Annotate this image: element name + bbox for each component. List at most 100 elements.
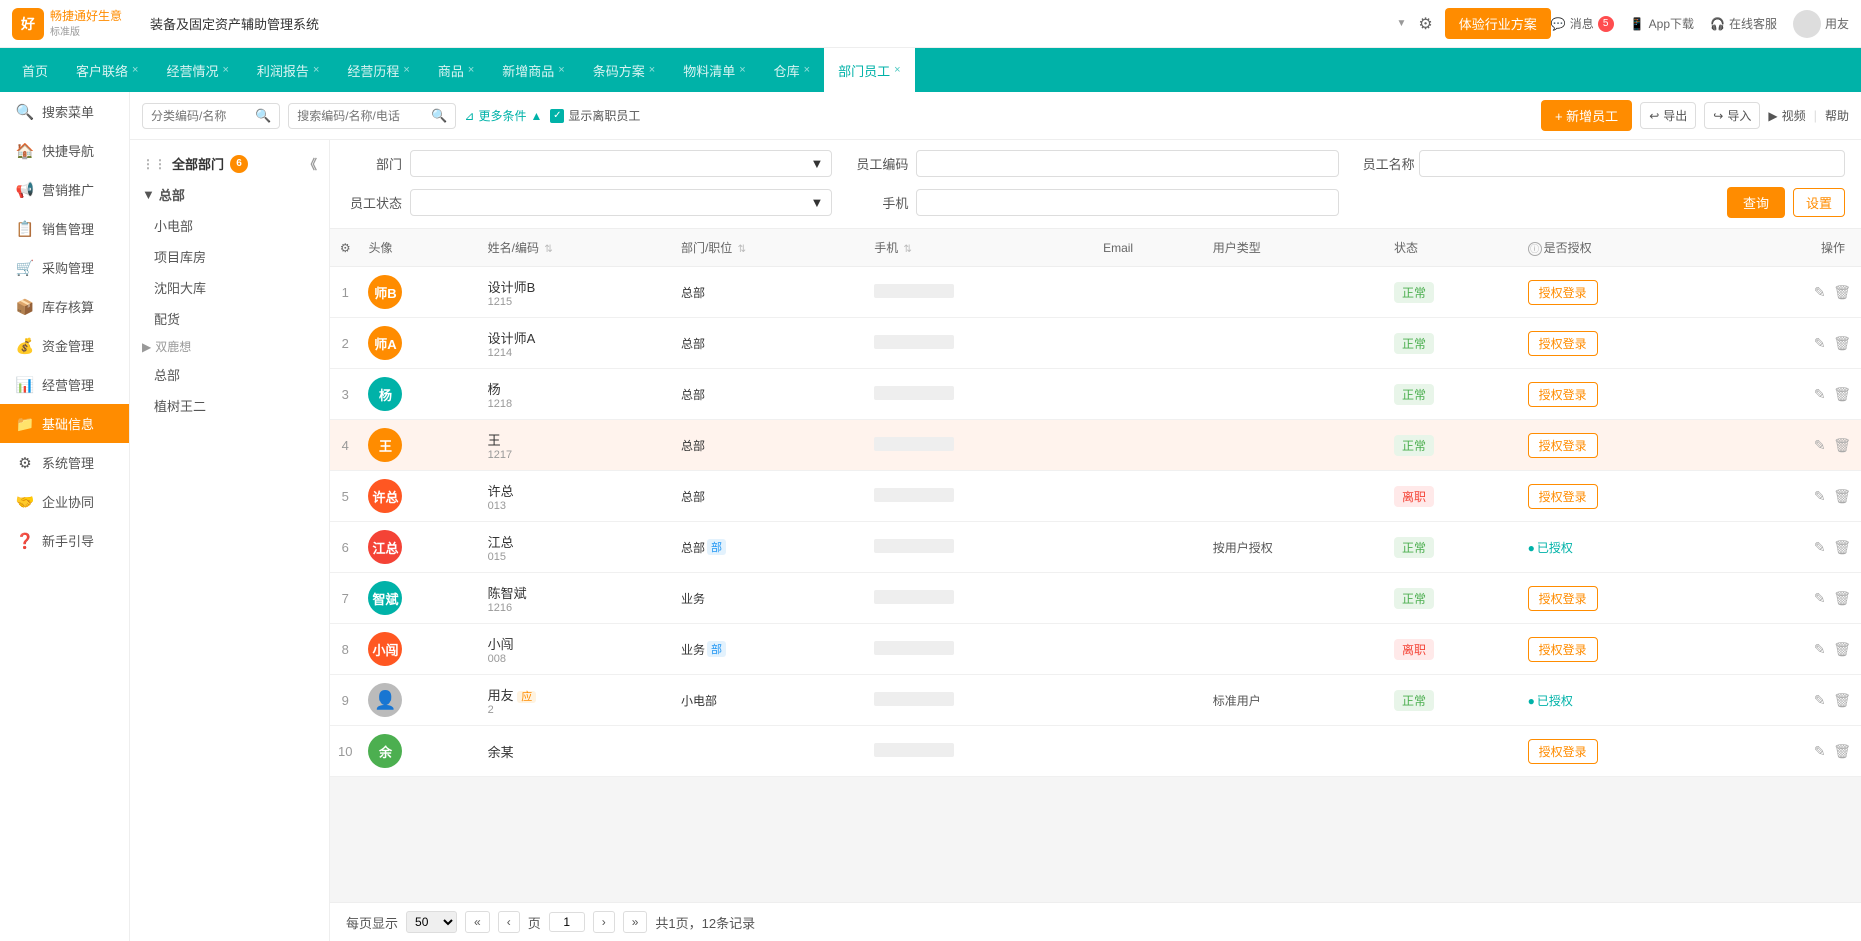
sidebar-item-marketing[interactable]: 📢 营销推广 [0,170,129,209]
page-input[interactable] [549,912,585,932]
sidebar-item-purchase[interactable]: 🛒 采购管理 [0,248,129,287]
close-icon[interactable]: × [739,64,745,76]
sidebar-item-corp[interactable]: 🤝 企业协同 [0,482,129,521]
auth-login-btn[interactable]: 授权登录 [1528,586,1598,611]
edit-icon[interactable]: ✎ [1814,743,1826,759]
edit-icon[interactable]: ✎ [1814,284,1826,300]
tab-employee[interactable]: 部门员工 × [824,48,914,92]
close-icon[interactable]: × [222,64,228,76]
auth-login-btn[interactable]: 授权登录 [1528,280,1598,305]
sidebar-item-system[interactable]: ⚙ 系统管理 [0,443,129,482]
set-button[interactable]: 设置 [1793,188,1845,217]
sidebar-item-operation[interactable]: 📊 经营管理 [0,365,129,404]
auth-login-btn[interactable]: 授权登录 [1528,739,1598,764]
delete-icon[interactable]: 🗑 [1833,284,1851,300]
show-resigned-checkbox[interactable]: ✓ 显示离职员工 [550,107,640,124]
name-filter-input[interactable] [1419,150,1845,177]
auth-login-btn[interactable]: 授权登录 [1528,433,1598,458]
edit-icon[interactable]: ✎ [1814,488,1826,504]
collapse-btn[interactable]: 《 [304,154,317,173]
dept-col-header[interactable]: 部门/职位 ⇅ [673,229,866,267]
delete-icon[interactable]: 🗑 [1833,641,1851,657]
delete-icon[interactable]: 🗑 [1833,488,1851,504]
system-dropdown-icon[interactable]: ▼ [1396,18,1406,29]
sidebar-item-finance[interactable]: 💰 资金管理 [0,326,129,365]
sidebar-item-sales[interactable]: 📋 销售管理 [0,209,129,248]
close-icon[interactable]: × [313,64,319,76]
user-btn[interactable]: 用友 [1793,10,1849,38]
dept-item-shenyang[interactable]: 沈阳大库 [130,272,329,303]
sidebar-item-shortcut[interactable]: 🏠 快捷导航 [0,131,129,170]
category-search-box[interactable]: 🔍 [142,103,280,129]
code-filter-input[interactable] [916,150,1338,177]
employee-search-input[interactable] [297,109,427,123]
tab-barcode[interactable]: 条码方案 × [579,48,669,92]
close-icon[interactable]: × [894,64,900,76]
delete-icon[interactable]: 🗑 [1833,437,1851,453]
auth-login-btn[interactable]: 授权登录 [1528,637,1598,662]
dept-item-zongbu[interactable]: 总部 [130,359,329,390]
edit-icon[interactable]: ✎ [1814,590,1826,606]
tab-goods[interactable]: 商品 × [424,48,488,92]
close-icon[interactable]: × [468,64,474,76]
tab-warehouse[interactable]: 仓库 × [760,48,824,92]
delete-icon[interactable]: 🗑 [1833,539,1851,555]
settings-icon[interactable]: ⚙ [1418,14,1432,34]
dept-group-shuanglu[interactable]: ▶ 双鹿想 [130,334,329,359]
dept-item-project[interactable]: 项目库房 [130,241,329,272]
trial-button[interactable]: 体验行业方案 [1445,8,1551,39]
last-page-btn[interactable]: » [623,911,648,933]
phone-filter-input[interactable] [916,189,1338,216]
tab-operation-status[interactable]: 经营情况 × [152,48,242,92]
sidebar-item-inventory[interactable]: 📦 库存核算 [0,287,129,326]
app-download-btn[interactable]: 📱 App下载 [1630,15,1694,32]
delete-icon[interactable]: 🗑 [1833,335,1851,351]
dept-item-distribution[interactable]: 配货 [130,303,329,334]
edit-icon[interactable]: ✎ [1814,641,1826,657]
gear-col-header[interactable]: ⚙ [330,229,360,267]
close-icon[interactable]: × [403,64,409,76]
sidebar-item-basic[interactable]: 📁 基础信息 [0,404,129,443]
delete-icon[interactable]: 🗑 [1833,386,1851,402]
dept-item-xiaodiandept[interactable]: 小电部 [130,210,329,241]
sidebar-item-guide[interactable]: ❓ 新手引导 [0,521,129,560]
auth-login-btn[interactable]: 授权登录 [1528,331,1598,356]
query-button[interactable]: 查询 [1727,187,1785,218]
per-page-select[interactable]: 50 100 [406,911,457,933]
export-button[interactable]: ↩ 导出 [1640,102,1696,129]
message-btn[interactable]: 💬 消息 5 [1551,15,1614,32]
dept-filter-select[interactable]: ▼ [410,150,832,177]
category-search-input[interactable] [151,109,251,123]
close-icon[interactable]: × [649,64,655,76]
help-btn[interactable]: 帮助 [1825,107,1849,124]
close-icon[interactable]: × [558,64,564,76]
auth-login-btn[interactable]: 授权登录 [1528,382,1598,407]
phone-col-header[interactable]: 手机 ⇅ [866,229,1095,267]
tab-add-goods[interactable]: 新增商品 × [488,48,578,92]
close-icon[interactable]: × [132,64,138,76]
sidebar-item-search[interactable]: 🔍 搜索菜单 [0,92,129,131]
dept-item-head[interactable]: ▼ 总部 [130,179,329,210]
employee-search-box[interactable]: 🔍 [288,103,456,129]
prev-page-btn[interactable]: ‹ [498,911,520,933]
delete-icon[interactable]: 🗑 [1833,590,1851,606]
service-btn[interactable]: 🎧 在线客服 [1710,15,1777,32]
edit-icon[interactable]: ✎ [1814,437,1826,453]
tab-profit[interactable]: 利润报告 × [243,48,333,92]
view-btn[interactable]: ▶ 视频 [1768,107,1805,124]
next-page-btn[interactable]: › [593,911,615,933]
close-icon[interactable]: × [804,64,810,76]
delete-icon[interactable]: 🗑 [1833,743,1851,759]
tab-home[interactable]: 首页 [8,48,62,92]
add-employee-button[interactable]: + 新增员工 [1541,100,1632,131]
edit-icon[interactable]: ✎ [1814,539,1826,555]
tab-customer[interactable]: 客户联络 × [62,48,152,92]
more-conditions-btn[interactable]: ⊿ 更多条件 ▲ [464,107,542,124]
edit-icon[interactable]: ✎ [1814,386,1826,402]
edit-icon[interactable]: ✎ [1814,335,1826,351]
status-filter-select[interactable]: ▼ [410,189,832,216]
delete-icon[interactable]: 🗑 [1833,692,1851,708]
tab-bom[interactable]: 物料清单 × [669,48,759,92]
edit-icon[interactable]: ✎ [1814,692,1826,708]
auth-login-btn[interactable]: 授权登录 [1528,484,1598,509]
